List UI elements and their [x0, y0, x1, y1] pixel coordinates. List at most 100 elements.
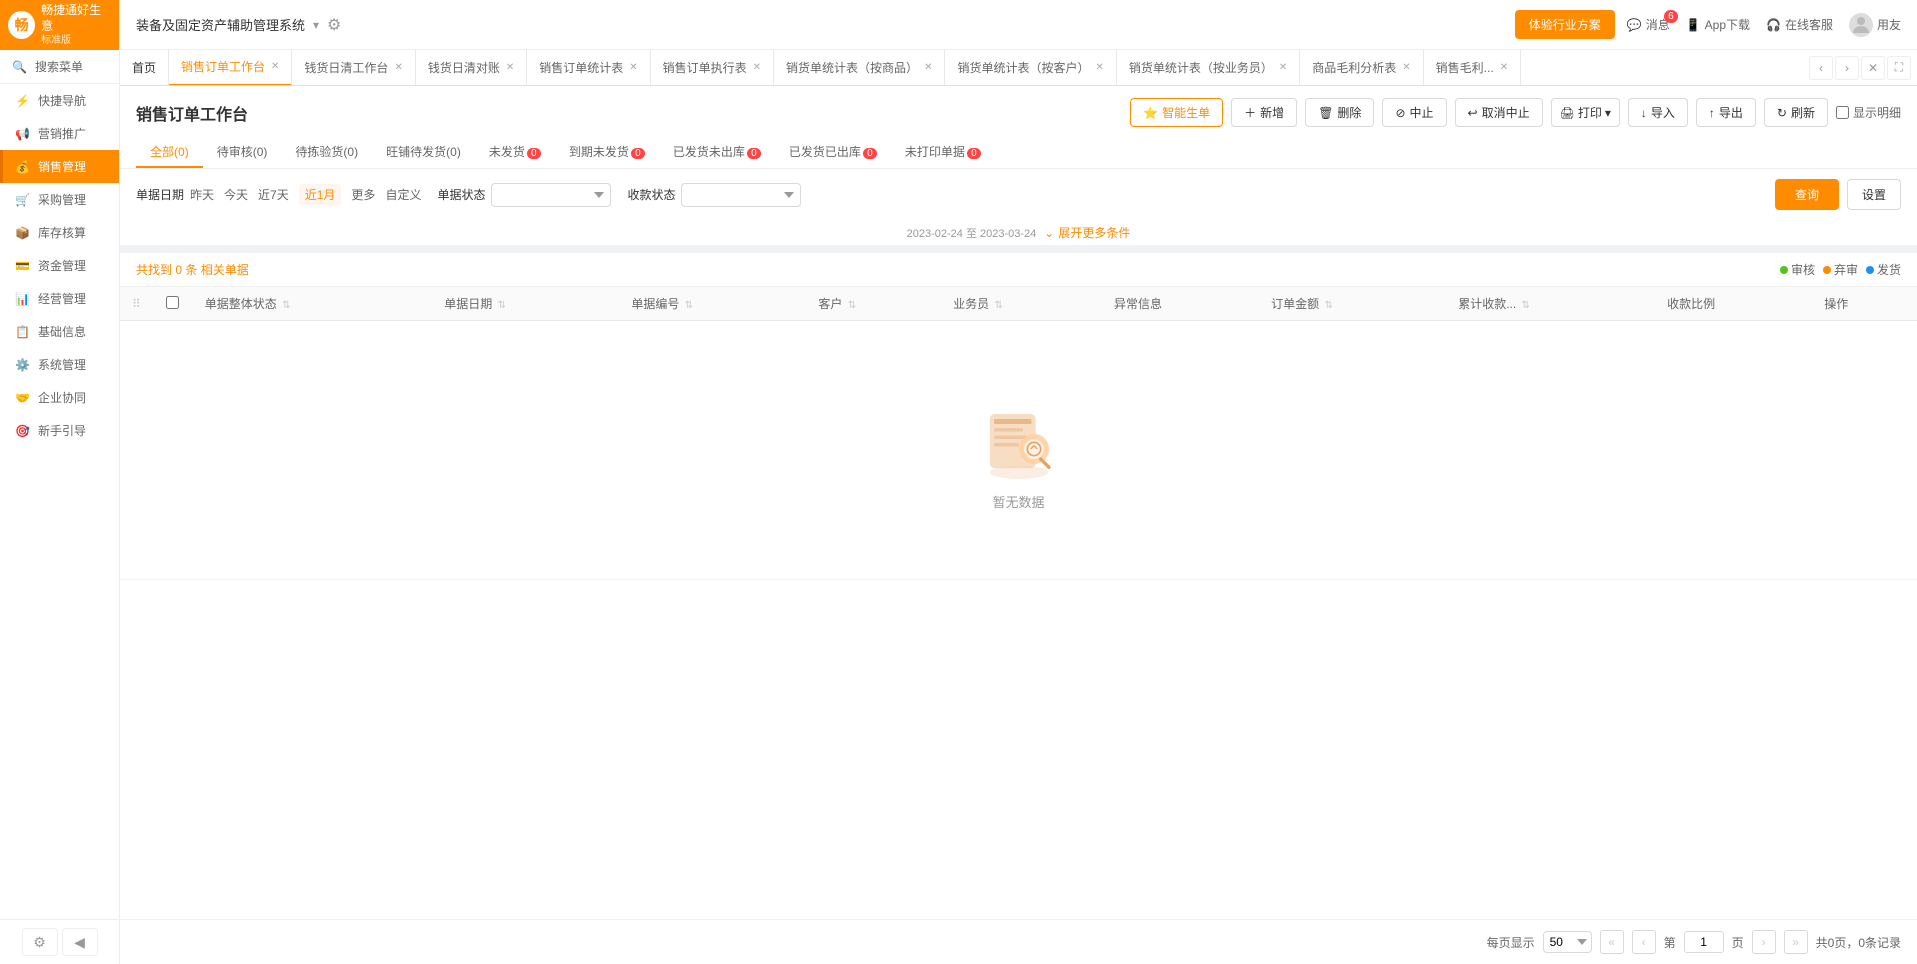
smart-create-button[interactable]: ⭐ 智能生单: [1130, 98, 1223, 127]
tab-close-all[interactable]: ✕: [1861, 56, 1885, 80]
select-all-checkbox[interactable]: [166, 296, 179, 309]
message-button[interactable]: 💬 消息 6: [1627, 16, 1670, 33]
app-download-link[interactable]: 📱 App下载: [1686, 16, 1750, 33]
import-button[interactable]: ↓ 导入: [1628, 98, 1688, 127]
page-input[interactable]: [1684, 931, 1724, 953]
settings-button[interactable]: ⚙: [22, 928, 58, 956]
collected-sort-icon[interactable]: ⇅: [1522, 300, 1530, 311]
tab-close-sales-workbench[interactable]: ✕: [271, 61, 279, 72]
subtab-shipped-out[interactable]: 已发货已出库0: [775, 137, 891, 168]
page-size-select[interactable]: 50 100 200: [1543, 931, 1592, 953]
sidebar-item-system[interactable]: ⚙️ 系统管理: [0, 348, 119, 381]
online-service-link[interactable]: 🎧 在线客服: [1766, 16, 1833, 33]
date-yesterday[interactable]: 昨天: [190, 186, 214, 203]
date-more[interactable]: 更多: [351, 186, 375, 203]
cancel-stop-button[interactable]: ↩ 取消中止: [1455, 98, 1543, 127]
tab-sales-summary-product[interactable]: 销货单统计表（按商品） ✕: [774, 50, 945, 86]
tab-close-cash-reconcile[interactable]: ✕: [506, 62, 514, 73]
tab-fullscreen[interactable]: ⛶: [1887, 56, 1911, 80]
sidebar-item-purchase[interactable]: 🛒 采购管理: [0, 183, 119, 216]
settings-icon[interactable]: ⚙: [327, 15, 341, 35]
amount-sort-icon[interactable]: ⇅: [1324, 300, 1332, 311]
show-detail-checkbox[interactable]: [1836, 106, 1849, 119]
sidebar-item-search[interactable]: 🔍 搜索菜单: [0, 50, 119, 84]
tab-sales-exec[interactable]: 销售订单执行表 ✕: [651, 50, 774, 86]
subtab-not-printed[interactable]: 未打印单据0: [891, 137, 995, 168]
subtab-expired-not-shipped[interactable]: 到期未发货0: [555, 137, 659, 168]
message-icon: 💬: [1627, 18, 1642, 32]
tab-cash-daily[interactable]: 钱货日清工作台 ✕: [292, 50, 415, 86]
subtab-shipped-not-out[interactable]: 已发货未出库0: [659, 137, 775, 168]
expand-filter-button[interactable]: ⌄ 展开更多条件: [1044, 224, 1130, 241]
staff-col-header: 业务员 ⇅: [941, 287, 1102, 321]
tab-close-summary-product[interactable]: ✕: [924, 62, 932, 73]
subtab-not-shipped[interactable]: 未发货0: [475, 137, 555, 168]
sidebar-item-operations[interactable]: 📊 经营管理: [0, 282, 119, 315]
ship-action-button[interactable]: 发货: [1866, 261, 1901, 278]
tab-close-sales-exec[interactable]: ✕: [753, 62, 761, 73]
cancel-review-action-button[interactable]: 弃审: [1823, 261, 1858, 278]
tab-gross-profit[interactable]: 商品毛利分析表 ✕: [1300, 50, 1423, 86]
sidebar-item-inventory[interactable]: 📦 库存核算: [0, 216, 119, 249]
set-button[interactable]: 设置: [1847, 179, 1901, 210]
tab-sales-stat[interactable]: 销售订单统计表 ✕: [527, 50, 650, 86]
stop-button[interactable]: ⊘ 中止: [1382, 98, 1446, 127]
collapse-button[interactable]: ◀: [62, 928, 98, 956]
sidebar-item-enterprise[interactable]: 🤝 企业协同: [0, 381, 119, 414]
solution-button[interactable]: 体验行业方案: [1515, 10, 1615, 39]
sidebar-item-guide[interactable]: 🎯 新手引导: [0, 414, 119, 447]
page-prev-button[interactable]: ‹: [1632, 930, 1656, 954]
tab-close-gross-profit[interactable]: ✕: [1402, 62, 1410, 73]
page-first-button[interactable]: «: [1600, 930, 1624, 954]
add-button[interactable]: ＋ 新增: [1231, 98, 1297, 127]
tab-close-sales-more[interactable]: ✕: [1500, 62, 1508, 73]
tab-close-sales-stat[interactable]: ✕: [629, 62, 637, 73]
tab-cash-reconcile[interactable]: 钱货日清对账 ✕: [416, 50, 527, 86]
subtab-all[interactable]: 全部(0): [136, 137, 203, 168]
tab-sales-more[interactable]: 销售毛利... ✕: [1424, 50, 1521, 86]
subtab-pending-inspect[interactable]: 待拣验货(0): [281, 137, 372, 168]
review-action-button[interactable]: 审核: [1780, 261, 1815, 278]
subtab-wangpu[interactable]: 旺铺待发货(0): [372, 137, 475, 168]
tab-scroll-right[interactable]: ›: [1835, 56, 1859, 80]
date-sort-icon[interactable]: ⇅: [498, 300, 506, 311]
staff-sort-icon[interactable]: ⇅: [994, 300, 1002, 311]
filter-payment-select[interactable]: [681, 183, 801, 207]
tab-scroll-left[interactable]: ‹: [1809, 56, 1833, 80]
tab-close-summary-staff[interactable]: ✕: [1279, 62, 1287, 73]
tab-close-cash-daily[interactable]: ✕: [394, 62, 402, 73]
export-button[interactable]: ↑ 导出: [1696, 98, 1756, 127]
date-today[interactable]: 今天: [224, 186, 248, 203]
subtab-pending-review[interactable]: 待审核(0): [203, 137, 282, 168]
tab-close-summary-customer[interactable]: ✕: [1095, 62, 1103, 73]
tab-sales-summary-customer[interactable]: 销货单统计表（按客户） ✕: [945, 50, 1116, 86]
star-icon: ⭐: [1143, 106, 1158, 120]
date-custom[interactable]: 自定义: [385, 186, 421, 203]
tab-sales-summary-staff[interactable]: 销货单统计表（按业务员） ✕: [1117, 50, 1300, 86]
user-menu[interactable]: 用友: [1849, 13, 1901, 37]
sidebar-item-finance[interactable]: 💳 资金管理: [0, 249, 119, 282]
delete-button[interactable]: 🗑 删除: [1305, 98, 1374, 127]
query-button[interactable]: 查询: [1775, 179, 1839, 210]
drag-col-header: ⠿: [120, 287, 153, 321]
date-1month[interactable]: 近1月: [299, 184, 342, 205]
tab-home[interactable]: 首页: [120, 50, 169, 86]
filter-status-select[interactable]: [491, 183, 611, 207]
number-sort-icon[interactable]: ⇅: [685, 300, 693, 311]
sidebar-item-marketing[interactable]: 📢 营销推广: [0, 117, 119, 150]
print-dropdown-icon[interactable]: ▾: [1605, 106, 1611, 120]
refresh-button[interactable]: ↻ 刷新: [1764, 98, 1828, 127]
sidebar-item-basic-info[interactable]: 📋 基础信息: [0, 315, 119, 348]
page-last-button[interactable]: »: [1784, 930, 1808, 954]
sidebar-item-quick-nav[interactable]: ⚡ 快捷导航: [0, 84, 119, 117]
status-sort-icon[interactable]: ⇅: [282, 300, 290, 311]
finance-icon: 💳: [15, 259, 30, 273]
customer-sort-icon[interactable]: ⇅: [848, 300, 856, 311]
show-detail-label[interactable]: 显示明细: [1836, 104, 1901, 121]
tab-sales-workbench[interactable]: 销售订单工作台 ✕: [169, 50, 292, 86]
print-button[interactable]: 🖨 打印 ▾: [1551, 98, 1620, 127]
page-next-button[interactable]: ›: [1752, 930, 1776, 954]
topbar-dropdown-icon[interactable]: ▾: [313, 18, 319, 32]
sidebar-item-sales[interactable]: 💰 销售管理: [0, 150, 119, 183]
date-7days[interactable]: 近7天: [258, 186, 289, 203]
